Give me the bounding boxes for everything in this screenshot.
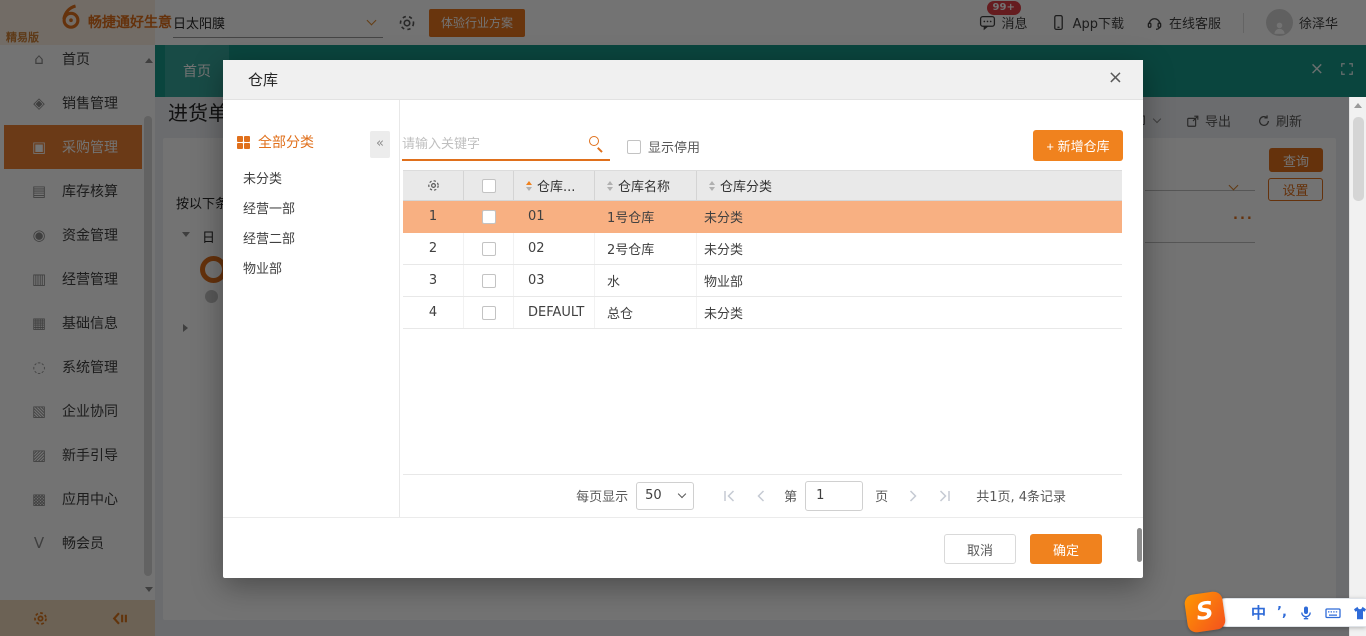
per-page-select[interactable]: 50 xyxy=(636,481,695,510)
ime-bar: 中 ’, xyxy=(1212,598,1366,627)
chevron-down-icon xyxy=(677,489,687,499)
modal-header: 仓库 × xyxy=(223,60,1143,100)
row-index: 3 xyxy=(403,265,464,296)
category-item-dept1[interactable]: 经营一部 xyxy=(243,196,373,224)
add-warehouse-label: 新增仓库 xyxy=(1057,139,1110,154)
category-item-unclassified[interactable]: 未分类 xyxy=(243,166,373,194)
page-number-input[interactable] xyxy=(805,480,864,511)
scrollbar-thumb[interactable] xyxy=(1353,117,1364,201)
category-item-property[interactable]: 物业部 xyxy=(243,256,373,284)
last-page-button[interactable] xyxy=(938,489,952,503)
warehouse-name: 2号仓库 xyxy=(595,233,697,264)
keyboard-icon[interactable] xyxy=(1325,605,1341,621)
category-panel: 全部分类 « 未分类 经营一部 经营二部 物业部 xyxy=(223,100,400,517)
row-checkbox[interactable] xyxy=(481,241,496,256)
warehouse-code: 03 xyxy=(514,265,595,296)
table-row[interactable]: 3 03 水 物业部 xyxy=(403,265,1122,297)
warehouse-category: 未分类 xyxy=(704,211,744,226)
row-checkbox[interactable] xyxy=(481,305,496,320)
ime-punctuation-button[interactable]: ’, xyxy=(1277,605,1287,620)
modal-footer: 取消 确定 xyxy=(223,517,1143,578)
table-row[interactable]: 4 DEFAULT 总仓 未分类 xyxy=(403,297,1122,329)
per-page-value: 50 xyxy=(645,488,662,503)
search-icon[interactable] xyxy=(588,135,604,153)
row-index: 1 xyxy=(428,209,438,224)
all-categories[interactable]: 全部分类 xyxy=(237,132,314,152)
modal-scrollbar-thumb[interactable] xyxy=(1137,528,1142,562)
column-settings-gear-icon[interactable] xyxy=(426,178,441,193)
row-index: 2 xyxy=(403,233,464,264)
column-header-category[interactable]: 仓库分类 xyxy=(697,171,1122,200)
table-row[interactable]: 2 02 2号仓库 未分类 xyxy=(403,233,1122,265)
column-header-name[interactable]: 仓库名称 xyxy=(595,171,697,200)
add-warehouse-button[interactable]: + 新增仓库 xyxy=(1033,130,1123,161)
per-page-label: 每页显示 xyxy=(576,490,629,505)
checkbox[interactable] xyxy=(627,139,641,154)
cancel-button[interactable]: 取消 xyxy=(944,534,1016,564)
sort-icon[interactable] xyxy=(607,180,613,191)
warehouse-name: 水 xyxy=(595,265,697,296)
close-icon[interactable]: × xyxy=(1108,69,1123,87)
plus-icon: + xyxy=(1046,139,1054,154)
panel-collapse-button[interactable]: « xyxy=(370,131,390,158)
modal-title: 仓库 xyxy=(248,71,279,89)
sort-icon[interactable] xyxy=(709,180,715,191)
select-all-checkbox[interactable] xyxy=(481,178,496,193)
row-checkbox[interactable] xyxy=(481,209,496,224)
table-row[interactable]: 1 01 1号仓库 未分类 xyxy=(403,201,1122,233)
warehouse-category: 未分类 xyxy=(704,243,744,258)
confirm-button[interactable]: 确定 xyxy=(1030,534,1102,564)
warehouse-table: 仓库... 仓库名称 仓库分类 1 01 1号仓库 未分类 2 02 2号仓库 … xyxy=(403,170,1122,329)
table-header: 仓库... 仓库名称 仓库分类 xyxy=(403,170,1122,201)
column-label: 仓库分类 xyxy=(720,180,773,195)
screen: 畅捷通好生意 精易版 日太阳膜 体验行业方案 99+ 消息 App下载 xyxy=(0,0,1366,636)
ime-toolbar: 中 ’, S xyxy=(1183,590,1366,634)
grid-icon xyxy=(237,135,250,149)
warehouse-code: DEFAULT xyxy=(514,297,595,328)
warehouse-category: 未分类 xyxy=(704,307,744,322)
page-suffix: 页 xyxy=(875,490,889,505)
show-disabled-label: 显示停用 xyxy=(648,141,701,156)
warehouse-modal: 仓库 × 全部分类 « 未分类 经营一部 经营二部 物业部 显示停用 xyxy=(223,60,1143,578)
column-label: 仓库名称 xyxy=(618,180,671,195)
sort-icon[interactable] xyxy=(526,180,532,191)
window-scrollbar[interactable] xyxy=(1349,97,1366,636)
column-label: 仓库... xyxy=(537,180,576,195)
microphone-icon[interactable] xyxy=(1298,605,1314,621)
first-page-button[interactable] xyxy=(722,489,736,503)
row-index: 4 xyxy=(403,297,464,328)
warehouse-category: 物业部 xyxy=(704,275,744,290)
next-page-button[interactable] xyxy=(906,489,920,503)
prev-page-button[interactable] xyxy=(754,489,768,503)
warehouse-name: 1号仓库 xyxy=(607,211,655,226)
warehouse-code: 01 xyxy=(528,209,545,224)
warehouse-name: 总仓 xyxy=(595,297,697,328)
warehouse-list-panel: 显示停用 + 新增仓库 仓库... 仓库名称 仓库分类 1 01 1号仓库 未分… xyxy=(400,100,1143,517)
all-categories-label: 全部分类 xyxy=(258,135,314,151)
record-summary: 共1页, 4条记录 xyxy=(976,490,1066,505)
page-prefix: 第 xyxy=(784,490,798,505)
skin-shirt-icon[interactable] xyxy=(1352,605,1366,621)
search-input[interactable] xyxy=(402,130,580,158)
ime-chinese-mode-button[interactable]: 中 xyxy=(1251,602,1266,623)
row-checkbox[interactable] xyxy=(481,273,496,288)
warehouse-code: 02 xyxy=(514,233,595,264)
search-box xyxy=(402,130,610,161)
ime-logo[interactable]: S xyxy=(1183,590,1227,634)
scroll-up-icon[interactable] xyxy=(1354,103,1362,108)
pagination: 每页显示 50 第 页 共1页, 4条记录 xyxy=(403,474,1122,516)
column-header-code[interactable]: 仓库... xyxy=(514,171,595,200)
show-disabled-toggle[interactable]: 显示停用 xyxy=(627,137,700,156)
category-item-dept2[interactable]: 经营二部 xyxy=(243,226,373,254)
